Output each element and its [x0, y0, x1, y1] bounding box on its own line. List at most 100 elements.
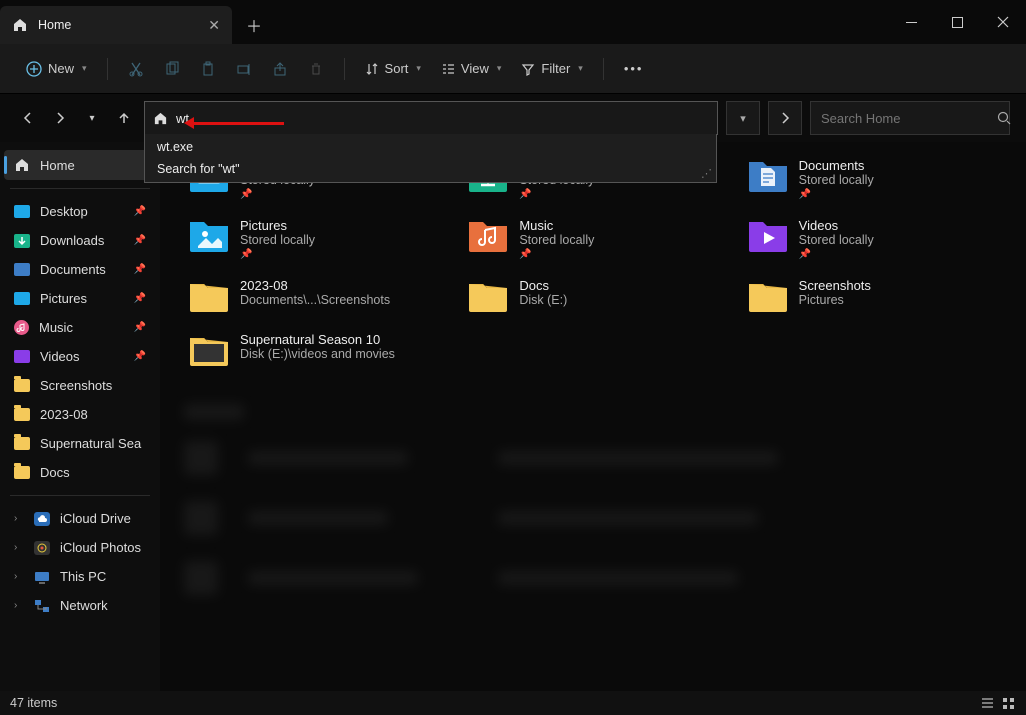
sidebar-item-screenshots[interactable]: Screenshots: [4, 371, 156, 400]
sidebar-item-icloud-drive[interactable]: ›iCloud Drive: [4, 504, 156, 533]
thispc-icon: [34, 570, 50, 584]
item-subtitle: Documents\...\Screenshots: [240, 293, 390, 307]
sort-button[interactable]: Sort ▾: [357, 55, 429, 82]
chevron-right-icon: ›: [14, 542, 24, 553]
desktop-icon: [14, 205, 30, 218]
folder-item[interactable]: Docs Disk (E:): [463, 272, 722, 320]
item-name: Videos: [799, 218, 874, 233]
sidebar-label: Home: [40, 158, 75, 173]
folder-icon: [467, 218, 509, 254]
address-bar[interactable]: wt.exe Search for "wt" ⋰: [144, 101, 718, 135]
sidebar-item-2023-08[interactable]: 2023-08: [4, 400, 156, 429]
item-subtitle: Stored locally: [799, 173, 874, 187]
sidebar-item-videos[interactable]: Videos📌: [4, 342, 156, 371]
pictures-icon: [14, 292, 30, 305]
recent-files-blurred: [184, 404, 1002, 598]
statusbar: 47 items: [0, 691, 1026, 715]
folder-item[interactable]: Documents Stored locally 📌: [743, 152, 1002, 206]
pin-icon: 📌: [240, 189, 315, 200]
sidebar-label: Music: [39, 320, 73, 335]
home-icon: [153, 111, 168, 126]
content-pane: Desktop Stored locally 📌 Downloads Store…: [160, 142, 1026, 691]
item-name: Screenshots: [799, 278, 871, 293]
chevron-right-icon: ›: [14, 600, 24, 611]
details-view-button[interactable]: [980, 696, 995, 711]
videos-icon: [14, 350, 30, 363]
paste-button[interactable]: [192, 55, 224, 83]
folder-item[interactable]: Music Stored locally 📌: [463, 212, 722, 266]
new-button[interactable]: New ▾: [18, 55, 95, 83]
delete-button[interactable]: [300, 55, 332, 83]
item-name: Documents: [799, 158, 874, 173]
icloud-icon: [34, 512, 50, 526]
forward-button[interactable]: [48, 106, 72, 130]
pin-icon: 📌: [134, 235, 146, 246]
tab-home[interactable]: Home ✕: [0, 6, 232, 44]
share-button[interactable]: [264, 55, 296, 83]
new-tab-button[interactable]: ＋: [232, 6, 276, 44]
recent-dropdown[interactable]: ▾: [80, 106, 104, 130]
up-button[interactable]: [112, 106, 136, 130]
pin-icon: 📌: [519, 189, 594, 200]
sidebar-label: Documents: [40, 262, 106, 277]
item-name: Music: [519, 218, 594, 233]
address-input[interactable]: [176, 111, 709, 126]
rename-button[interactable]: [228, 55, 260, 83]
sidebar-item-home[interactable]: Home: [4, 150, 156, 180]
close-icon[interactable]: ✕: [208, 17, 220, 34]
icons-view-button[interactable]: [1001, 696, 1016, 711]
titlebar: Home ✕ ＋: [0, 0, 1026, 44]
view-button[interactable]: View ▾: [433, 55, 509, 82]
folder-item[interactable]: Pictures Stored locally 📌: [184, 212, 443, 266]
sidebar-item-downloads[interactable]: Downloads 📌: [4, 226, 156, 255]
resize-grip-icon[interactable]: ⋰: [701, 167, 712, 180]
filter-button[interactable]: Filter ▾: [513, 55, 590, 82]
sidebar-label: Videos: [40, 349, 80, 364]
iphotos-icon: [34, 541, 50, 555]
folder-icon: [188, 332, 230, 368]
sidebar-item-icloud-photos[interactable]: › iCloud Photos: [4, 533, 156, 562]
sidebar-item-desktop[interactable]: Desktop📌: [4, 197, 156, 226]
folder-item[interactable]: Videos Stored locally 📌: [743, 212, 1002, 266]
more-button[interactable]: •••: [616, 55, 652, 82]
copy-button[interactable]: [156, 55, 188, 83]
folder-icon: [14, 408, 30, 421]
suggestion-item[interactable]: wt.exe: [145, 136, 716, 158]
home-icon: [12, 17, 28, 33]
minimize-button[interactable]: [888, 0, 934, 44]
folder-icon: [14, 466, 30, 479]
search-input[interactable]: [821, 111, 997, 126]
folder-item[interactable]: 2023-08 Documents\...\Screenshots: [184, 272, 443, 320]
sidebar-item-supernatural-sea[interactable]: Supernatural Sea: [4, 429, 156, 458]
pin-icon: 📌: [134, 264, 146, 275]
folder-icon: [14, 437, 30, 450]
go-button[interactable]: [768, 101, 802, 135]
folder-item[interactable]: Supernatural Season 10 Disk (E:)\videos …: [184, 326, 443, 374]
sidebar-item-network[interactable]: ›Network: [4, 591, 156, 620]
pin-icon: 📌: [134, 206, 146, 217]
pin-icon: 📌: [134, 322, 146, 333]
sidebar-label: iCloud Photos: [60, 540, 141, 555]
address-suggestions: wt.exe Search for "wt" ⋰: [144, 134, 717, 183]
sidebar-item-docs[interactable]: Docs: [4, 458, 156, 487]
sidebar-item-this-pc[interactable]: ›This PC: [4, 562, 156, 591]
back-button[interactable]: [16, 106, 40, 130]
item-subtitle: Stored locally: [240, 233, 315, 247]
cut-button[interactable]: [120, 55, 152, 83]
folder-icon: [14, 379, 30, 392]
search-box[interactable]: [810, 101, 1010, 135]
sidebar-item-documents[interactable]: Documents 📌: [4, 255, 156, 284]
suggestion-item[interactable]: Search for "wt": [145, 158, 716, 180]
address-history-dropdown[interactable]: ▾: [726, 101, 760, 135]
maximize-button[interactable]: [934, 0, 980, 44]
sidebar-item-music[interactable]: Music 📌: [4, 313, 156, 342]
music-icon: [14, 320, 29, 335]
folder-item[interactable]: Screenshots Pictures: [743, 272, 1002, 320]
item-subtitle: Stored locally: [519, 233, 594, 247]
sidebar-label: Downloads: [40, 233, 104, 248]
pin-icon: 📌: [240, 249, 315, 260]
sidebar-item-pictures[interactable]: Pictures📌: [4, 284, 156, 313]
close-window-button[interactable]: [980, 0, 1026, 44]
folder-icon: [188, 218, 230, 254]
downloads-icon: [14, 234, 30, 248]
